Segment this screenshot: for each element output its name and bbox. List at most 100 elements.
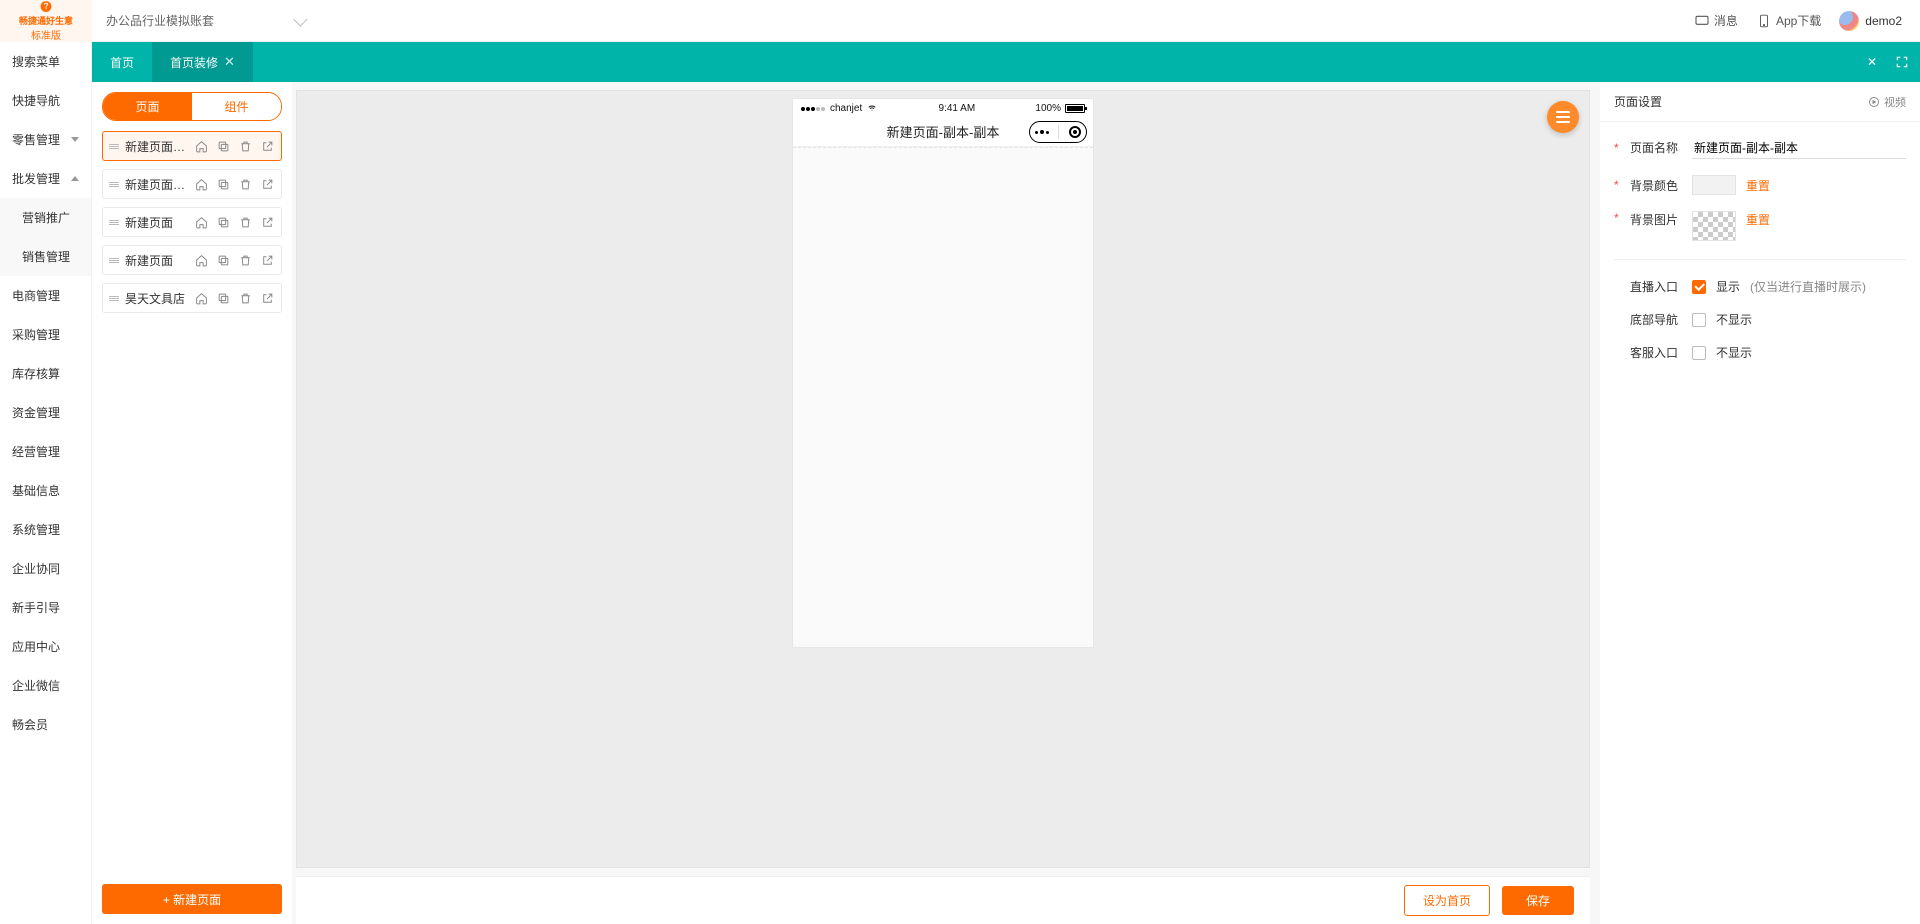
- share-icon[interactable]: [259, 214, 275, 230]
- bgcolor-reset[interactable]: 重置: [1746, 177, 1770, 194]
- chevron-down-icon: [293, 12, 307, 26]
- phone-time: 9:41 AM: [938, 103, 975, 114]
- nav-item[interactable]: 企业协同: [0, 549, 91, 588]
- segment-component[interactable]: 组件: [192, 93, 281, 120]
- nav-item[interactable]: 企业微信: [0, 666, 91, 705]
- org-selector[interactable]: 办公品行业模拟账套: [106, 12, 304, 29]
- fullscreen-button[interactable]: [1888, 48, 1916, 76]
- bottom-nav-checkbox[interactable]: [1692, 313, 1706, 327]
- carrier-label: chanjet: [830, 103, 862, 114]
- drag-icon[interactable]: [109, 182, 119, 187]
- nav-subitem[interactable]: 营销推广: [0, 198, 91, 237]
- org-selector-label: 办公品行业模拟账套: [106, 12, 214, 29]
- page-item[interactable]: 新建页面: [102, 207, 282, 237]
- canvas-column: chanjet 9:41 AM 100% 新建页面-副本-副本: [292, 82, 1600, 924]
- delete-icon[interactable]: [237, 290, 253, 306]
- drag-icon[interactable]: [109, 144, 119, 149]
- topbar: 畅捷通好生意 标准版 办公品行业模拟账套 消息 App下载 demo2: [0, 0, 1920, 42]
- nav-item[interactable]: 库存核算: [0, 354, 91, 393]
- nav-item[interactable]: 采购管理: [0, 315, 91, 354]
- copy-icon[interactable]: [215, 214, 231, 230]
- user-menu[interactable]: demo2: [1839, 11, 1902, 31]
- copy-icon[interactable]: [215, 176, 231, 192]
- canvas-menu-button[interactable]: [1547, 101, 1579, 133]
- save-button[interactable]: 保存: [1502, 886, 1574, 915]
- tab-bar: 首页 首页装修 ✕ ✕: [92, 42, 1920, 82]
- delete-icon[interactable]: [237, 176, 253, 192]
- page-item[interactable]: 昊天文具店: [102, 283, 282, 313]
- home-icon[interactable]: [193, 214, 209, 230]
- drag-icon[interactable]: [109, 220, 119, 225]
- copy-icon[interactable]: [215, 252, 231, 268]
- share-icon[interactable]: [259, 252, 275, 268]
- home-icon[interactable]: [193, 176, 209, 192]
- nav-label: 系统管理: [12, 521, 60, 538]
- segment-page[interactable]: 页面: [103, 93, 192, 120]
- close-icon[interactable]: ✕: [224, 54, 235, 70]
- home-icon[interactable]: [193, 290, 209, 306]
- nav-label: 库存核算: [12, 365, 60, 382]
- download-label: App下载: [1776, 12, 1821, 29]
- share-icon[interactable]: [259, 138, 275, 154]
- play-icon: [1868, 96, 1880, 108]
- nav-item[interactable]: 资金管理: [0, 393, 91, 432]
- live-show-text: 显示: [1716, 278, 1740, 295]
- tab-close-button[interactable]: ✕: [1858, 48, 1886, 76]
- user-name: demo2: [1865, 14, 1902, 28]
- copy-icon[interactable]: [215, 138, 231, 154]
- nav-label: 企业协同: [12, 560, 60, 577]
- copy-icon[interactable]: [215, 290, 231, 306]
- messages-button[interactable]: 消息: [1694, 12, 1738, 29]
- set-home-button[interactable]: 设为首页: [1404, 885, 1490, 916]
- tab-editor-label: 首页装修: [170, 54, 218, 71]
- wifi-icon: [866, 104, 878, 112]
- page-item[interactable]: 新建页面: [102, 245, 282, 275]
- nav-label: 企业微信: [12, 677, 60, 694]
- tab-home[interactable]: 首页: [92, 42, 152, 82]
- messages-label: 消息: [1714, 12, 1738, 29]
- drag-icon[interactable]: [109, 296, 119, 301]
- new-page-button[interactable]: + 新建页面: [102, 884, 282, 914]
- bgimg-reset[interactable]: 重置: [1746, 211, 1770, 228]
- page-item[interactable]: 新建页面-副本: [102, 169, 282, 199]
- battery-icon: [1065, 104, 1085, 113]
- share-icon[interactable]: [259, 290, 275, 306]
- phone-title: 新建页面-副本-副本: [887, 122, 1000, 141]
- tab-page-editor[interactable]: 首页装修 ✕: [152, 42, 253, 82]
- nav-item[interactable]: 应用中心: [0, 627, 91, 666]
- nav-item[interactable]: 快捷导航: [0, 81, 91, 120]
- delete-icon[interactable]: [237, 252, 253, 268]
- nav-item[interactable]: 电商管理: [0, 276, 91, 315]
- nav-item[interactable]: 新手引导: [0, 588, 91, 627]
- delete-icon[interactable]: [237, 214, 253, 230]
- drag-icon[interactable]: [109, 258, 119, 263]
- share-icon[interactable]: [259, 176, 275, 192]
- bgimg-swatch[interactable]: [1692, 211, 1736, 241]
- bgcolor-swatch[interactable]: [1692, 175, 1736, 195]
- video-help-link[interactable]: 视频: [1868, 94, 1906, 110]
- nav-label: 零售管理: [12, 131, 60, 148]
- nav-subitem[interactable]: 销售管理: [0, 237, 91, 276]
- nav-item[interactable]: 零售管理: [0, 120, 91, 159]
- kefu-checkbox[interactable]: [1692, 346, 1706, 360]
- bgimg-label: 背景图片: [1630, 211, 1682, 228]
- page-item[interactable]: 新建页面-副本...: [102, 131, 282, 161]
- live-show-checkbox[interactable]: [1692, 280, 1706, 294]
- nav-item[interactable]: 经营管理: [0, 432, 91, 471]
- page-list-panel: 页面 组件 新建页面-副本...新建页面-副本新建页面新建页面昊天文具店 + 新…: [92, 82, 292, 924]
- nav-item[interactable]: 畅会员: [0, 705, 91, 744]
- nav-item[interactable]: 基础信息: [0, 471, 91, 510]
- miniprogram-capsule[interactable]: [1029, 121, 1087, 143]
- phone-body[interactable]: [793, 147, 1093, 647]
- nav-item[interactable]: 搜索菜单: [0, 42, 91, 81]
- home-icon[interactable]: [193, 252, 209, 268]
- nav-item[interactable]: 批发管理: [0, 159, 91, 198]
- kefu-text: 不显示: [1716, 344, 1752, 361]
- nav-label: 经营管理: [12, 443, 60, 460]
- download-button[interactable]: App下载: [1756, 12, 1821, 29]
- home-icon[interactable]: [193, 138, 209, 154]
- delete-icon[interactable]: [237, 138, 253, 154]
- page-name-input[interactable]: [1692, 136, 1906, 159]
- brand-logo[interactable]: 畅捷通好生意 标准版: [0, 0, 92, 42]
- nav-item[interactable]: 系统管理: [0, 510, 91, 549]
